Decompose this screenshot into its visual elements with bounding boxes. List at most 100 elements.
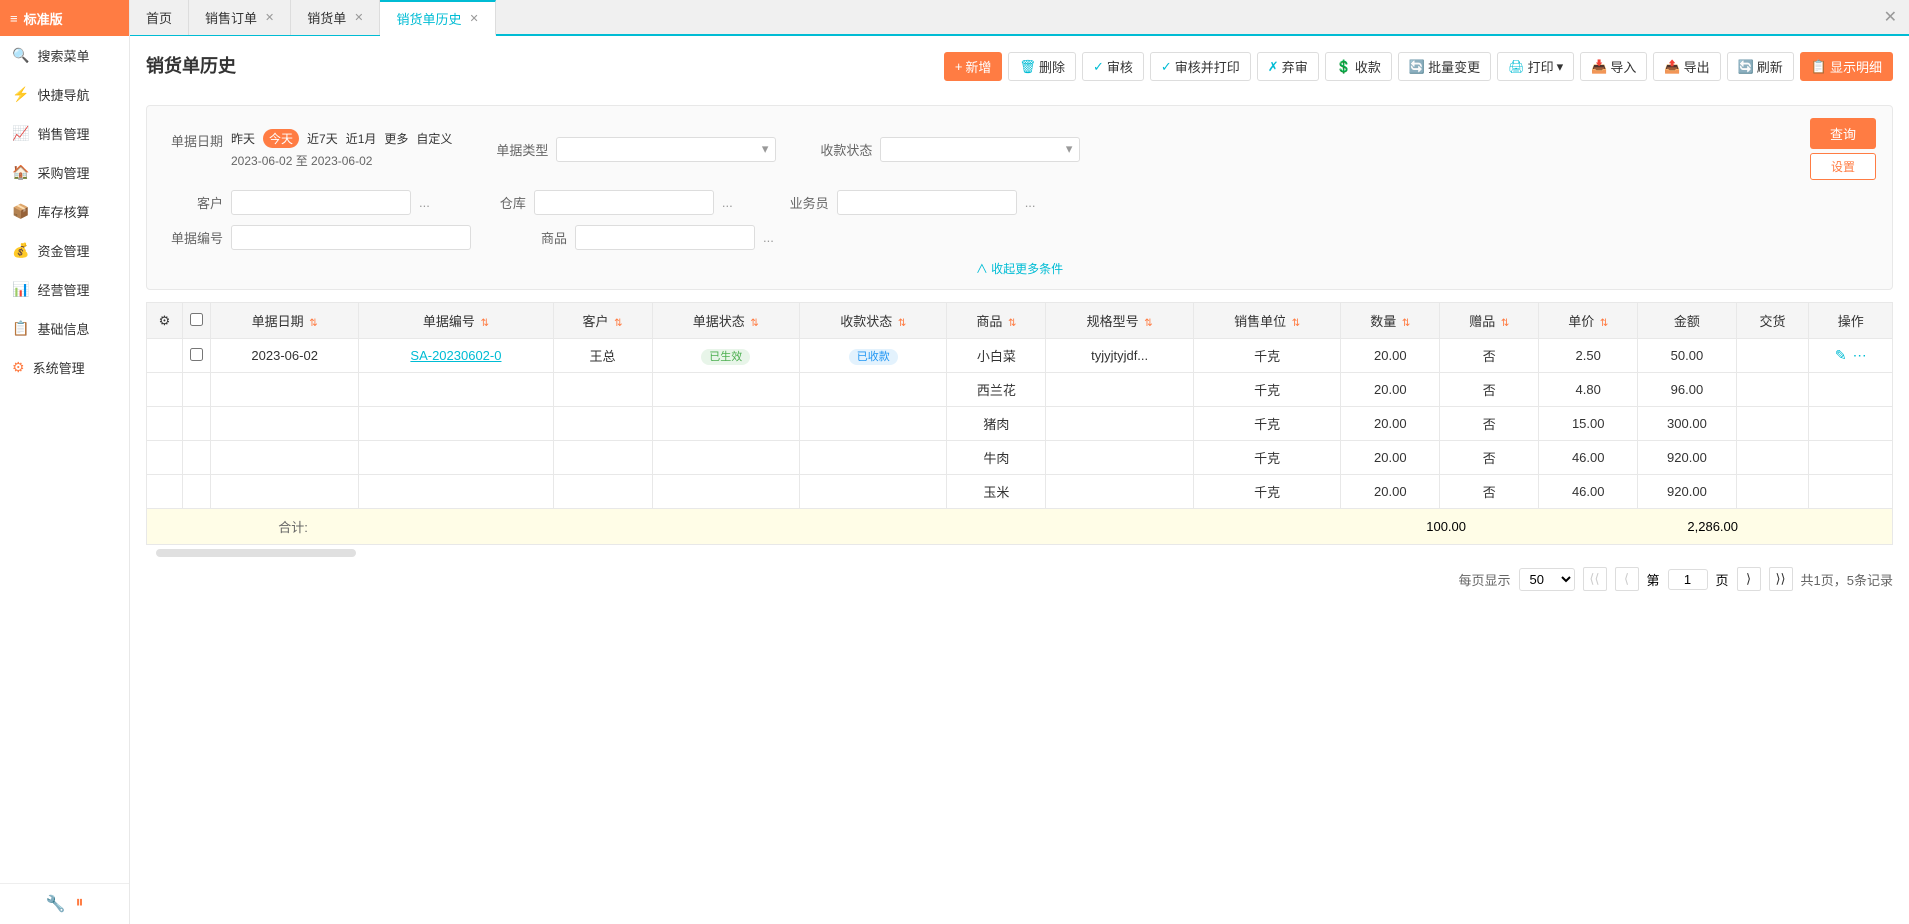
per-page-select[interactable]: 50 100 [1519,568,1575,591]
select-all-checkbox[interactable] [190,313,203,326]
customer-dotdot[interactable]: ... [419,195,430,210]
col-doc-status[interactable]: 单据状态 ⇅ [652,303,799,339]
tab-bar: 首页 销售订单 ✕ 销货单 ✕ 销货单历史 ✕ ✕ [130,0,1909,36]
cell-settings [147,339,183,373]
salesperson-dotdot[interactable]: ... [1025,195,1036,210]
collect-button[interactable]: 💲 收款 [1325,52,1392,81]
cell-delivery [1736,407,1809,441]
sidebar-item-quick-nav[interactable]: ⚡ 快捷导航 [0,75,129,114]
more-icon[interactable]: ⋯ [1853,347,1867,364]
goods-input[interactable] [575,225,755,250]
batch-change-button[interactable]: 🔄 批量变更 [1398,52,1491,81]
date-opt-custom[interactable]: 自定义 [416,130,452,147]
col-goods[interactable]: 商品 ⇅ [947,303,1046,339]
cell-checkbox[interactable] [183,441,211,475]
col-customer[interactable]: 客户 ⇅ [553,303,652,339]
sidebar-item-purchase-mgmt[interactable]: 🏠 采购管理 [0,153,129,192]
edit-icon[interactable]: ✎ [1835,347,1847,364]
discard-button[interactable]: ✗ 弃审 [1257,52,1319,81]
col-unit[interactable]: 销售单位 ⇅ [1193,303,1340,339]
goods-label: 商品 [507,228,567,247]
cell-goods: 玉米 [947,475,1046,509]
export-button[interactable]: 📤 导出 [1653,52,1720,81]
approve-button[interactable]: ✓ 审核 [1082,52,1144,81]
payment-status-input[interactable] [880,137,1080,162]
date-opt-today[interactable]: 今天 [263,129,299,148]
date-opt-1month[interactable]: 近1月 [346,130,377,147]
row-checkbox[interactable] [190,348,203,361]
tab-close-sales-order[interactable]: ✕ [265,11,274,24]
cell-spec: tyjyjtyjdf... [1046,339,1193,373]
sidebar-item-finance[interactable]: 💰 资金管理 [0,231,129,270]
print-button[interactable]: 🖨 打印 ▾ [1497,52,1574,81]
page-number-input[interactable] [1668,569,1708,590]
salesperson-input[interactable] [837,190,1017,215]
import-button[interactable]: 📥 导入 [1580,52,1647,81]
sidebar-item-sales-mgmt[interactable]: 📈 销售管理 [0,114,129,153]
sort-gift-icon: ⇅ [1501,318,1509,329]
col-amount-label: 金额 [1674,314,1700,329]
cell-checkbox[interactable] [183,339,211,373]
goods-dotdot[interactable]: ... [763,230,774,245]
sidebar-item-basic-info[interactable]: 📋 基础信息 [0,309,129,348]
sidebar-item-inventory[interactable]: 📦 库存核算 [0,192,129,231]
cell-customer [553,475,652,509]
close-all-tabs-button[interactable]: ✕ [1872,7,1909,27]
tab-close-sales-delivery[interactable]: ✕ [354,11,363,24]
date-opt-7days[interactable]: 近7天 [307,130,338,147]
next-page-button[interactable]: ⟩ [1737,567,1761,591]
delete-button[interactable]: 🗑 删除 [1008,52,1076,81]
page-title: 销货单历史 [146,52,236,78]
sort-qty-icon: ⇅ [1402,318,1410,329]
tab-sales-history[interactable]: 销货单历史 ✕ [380,0,495,36]
approve-label: 审核 [1107,57,1133,76]
cell-price: 2.50 [1539,339,1638,373]
doc-no-input[interactable] [231,225,471,250]
sidebar-item-system-mgmt[interactable]: ⚙ 系统管理 [0,348,129,387]
col-settings[interactable]: ⚙ [147,303,183,339]
date-opt-yesterday[interactable]: 昨天 [231,130,255,147]
table-body: 2023-06-02 SA-20230602-0 王总 已生效 已收款 小白菜 … [147,339,1893,509]
pause-icon[interactable]: ⏸ [75,894,83,914]
cell-date: 2023-06-02 [211,339,359,373]
collapse-more-btn[interactable]: ∧ 收起更多条件 [976,260,1063,277]
doc-type-input[interactable] [556,137,776,162]
doc-no-link[interactable]: SA-20230602-0 [410,348,501,363]
col-delivery: 交货 [1736,303,1809,339]
last-page-button[interactable]: ⟩⟩ [1769,567,1793,591]
col-qty[interactable]: 数量 ⇅ [1341,303,1440,339]
cell-action [1809,373,1893,407]
new-button[interactable]: + 新增 [944,52,1003,81]
show-detail-button[interactable]: 📋 显示明细 [1800,52,1893,81]
filter-settings-button[interactable]: 设置 [1810,153,1876,180]
warehouse-dotdot[interactable]: ... [722,195,733,210]
refresh-button[interactable]: 🔄 刷新 [1727,52,1794,81]
horizontal-scrollbar[interactable] [156,549,356,557]
col-date[interactable]: 单据日期 ⇅ [211,303,359,339]
col-doc-no[interactable]: 单据编号 ⇅ [359,303,553,339]
approve-print-button[interactable]: ✓ 审核并打印 [1150,52,1251,81]
tab-sales-order[interactable]: 销售订单 ✕ [189,0,291,35]
cell-checkbox[interactable] [183,407,211,441]
col-checkbox[interactable] [183,303,211,339]
cell-checkbox[interactable] [183,373,211,407]
tab-close-sales-history[interactable]: ✕ [470,12,479,25]
cell-qty: 20.00 [1341,407,1440,441]
prev-page-button[interactable]: ⟨ [1615,567,1639,591]
warehouse-input[interactable] [534,190,714,215]
sidebar-item-search-menu[interactable]: 🔍 搜索菜单 [0,36,129,75]
col-spec[interactable]: 规格型号 ⇅ [1046,303,1193,339]
tab-home[interactable]: 首页 [130,0,189,35]
date-opt-more[interactable]: 更多 [384,130,408,147]
sidebar-item-operations[interactable]: 📊 经营管理 [0,270,129,309]
col-gift[interactable]: 赠品 ⇅ [1440,303,1539,339]
first-page-button[interactable]: ⟨⟨ [1583,567,1607,591]
col-price[interactable]: 单价 ⇅ [1539,303,1638,339]
customer-input[interactable] [231,190,411,215]
query-button[interactable]: 查询 [1810,118,1876,149]
cell-checkbox[interactable] [183,475,211,509]
cell-settings [147,407,183,441]
settings-bottom-icon[interactable]: 🔧 [46,894,66,914]
tab-sales-delivery[interactable]: 销货单 ✕ [291,0,380,35]
col-pay-status[interactable]: 收款状态 ⇅ [799,303,946,339]
